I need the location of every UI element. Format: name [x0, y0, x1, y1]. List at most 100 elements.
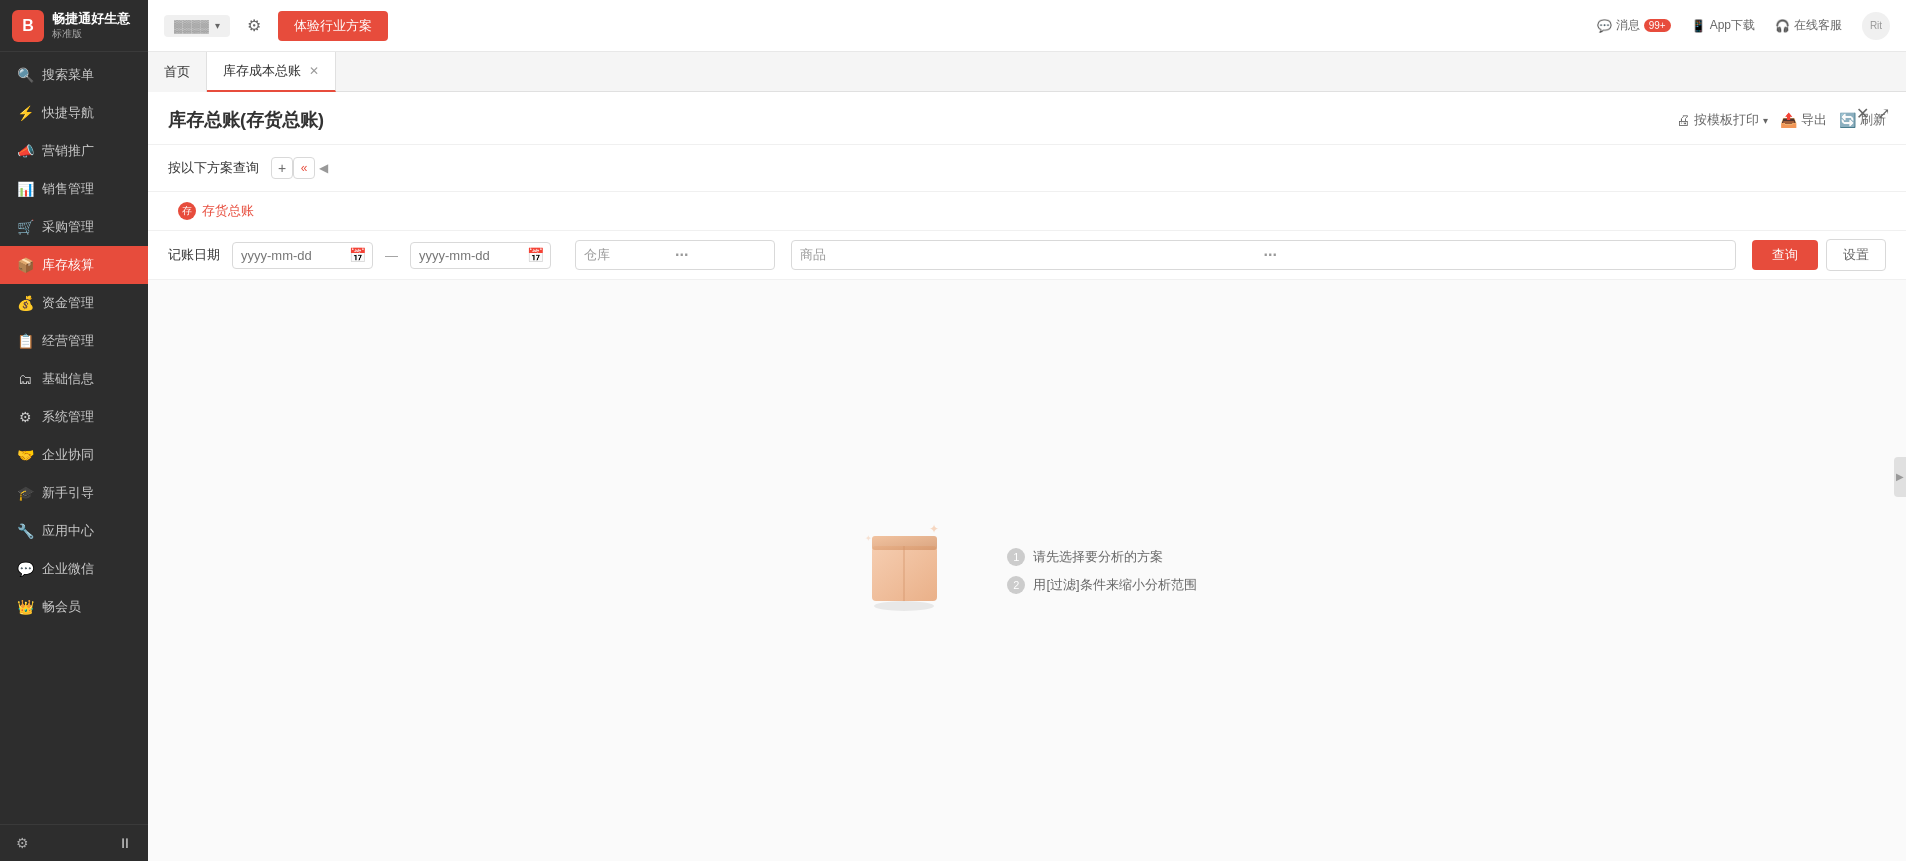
avatar-text: Rit: [1870, 20, 1882, 31]
sidebar-system-icon: ⚙: [16, 408, 34, 426]
app-download-action[interactable]: 📱 App下载: [1691, 17, 1755, 34]
date-end-input[interactable]: [411, 243, 521, 268]
empty-hint-2: 2 用[过滤]条件来缩小分析范围: [1007, 576, 1196, 594]
sidebar-marketing-label: 营销推广: [42, 142, 94, 160]
sidebar-item-purchase[interactable]: 🛒 采购管理: [0, 208, 148, 246]
panel-expand-button[interactable]: ⤢: [1877, 104, 1890, 123]
page-header: 库存总账(存货总账) 🖨 按模板打印 ▾ 📤 导出 🔄 刷新: [148, 92, 1906, 145]
warehouse-label: 仓库: [584, 246, 675, 264]
download-icon: 📱: [1691, 19, 1706, 33]
app-logo-text: 畅捷通好生意 标准版: [52, 11, 130, 41]
sidebar-item-system[interactable]: ⚙ 系统管理: [0, 398, 148, 436]
print-template-button[interactable]: 🖨 按模板打印 ▾: [1676, 111, 1768, 129]
message-badge: 99+: [1644, 19, 1671, 32]
side-handle-icon: ▶: [1896, 471, 1904, 482]
sidebar-item-shortcut[interactable]: ⚡ 快捷导航: [0, 94, 148, 132]
user-name: ▓▓▓▓: [174, 19, 209, 33]
tab-home-label: 首页: [164, 63, 190, 81]
goods-input[interactable]: 商品 ···: [791, 240, 1736, 270]
filter-collapse-button[interactable]: «: [293, 157, 315, 179]
message-icon: 💬: [1597, 19, 1612, 33]
hint-num-1: 1: [1007, 548, 1025, 566]
sidebar-sales-label: 销售管理: [42, 180, 94, 198]
sidebar-finance-icon: 💰: [16, 294, 34, 312]
sidebar-inventory-icon: 📦: [16, 256, 34, 274]
sidebar-system-label: 系统管理: [42, 408, 94, 426]
sidebar-inventory-label: 库存核算: [42, 256, 94, 274]
settings-icon[interactable]: ⚙: [16, 835, 29, 851]
topbar-settings-icon[interactable]: ⚙: [238, 10, 270, 42]
date-end-icon[interactable]: 📅: [521, 247, 550, 263]
online-service-action[interactable]: 🎧 在线客服: [1775, 17, 1842, 34]
sidebar-cooperation-icon: 🤝: [16, 446, 34, 464]
right-panel-controls: ✕ ⤢: [1840, 92, 1906, 135]
sidebar-sales-icon: 📊: [16, 180, 34, 198]
sidebar-search-icon: 🔍: [16, 66, 34, 84]
sidebar-item-appstore[interactable]: 🔧 应用中心: [0, 512, 148, 550]
scheme-icon: 存: [178, 202, 196, 220]
sidebar-item-inventory[interactable]: 📦 库存核算: [0, 246, 148, 284]
empty-state: ✦ ✦ 1 请先选择要分析的方案 2 用[过滤]条件来缩小分析范围: [148, 280, 1906, 861]
search-button[interactable]: 查询: [1752, 240, 1818, 270]
panel-close-button[interactable]: ✕: [1856, 104, 1869, 123]
sidebar-item-operation[interactable]: 📋 经营管理: [0, 322, 148, 360]
sidebar-shortcut-label: 快捷导航: [42, 104, 94, 122]
warehouse-more-icon[interactable]: ···: [675, 246, 766, 264]
hint-text-1: 请先选择要分析的方案: [1033, 548, 1163, 566]
export-icon: 📤: [1780, 112, 1797, 128]
message-label: 消息: [1616, 17, 1640, 34]
user-avatar[interactable]: Rit: [1862, 12, 1890, 40]
sidebar-item-marketing[interactable]: 📣 营销推广: [0, 132, 148, 170]
date-start-wrap: 📅: [232, 242, 373, 269]
sidebar-item-wechat[interactable]: 💬 企业微信: [0, 550, 148, 588]
scheme-label: 存货总账: [202, 202, 254, 220]
sidebar-operation-icon: 📋: [16, 332, 34, 350]
sidebar-cooperation-label: 企业协同: [42, 446, 94, 464]
sidebar-item-search[interactable]: 🔍 搜索菜单: [0, 56, 148, 94]
sidebar-marketing-icon: 📣: [16, 142, 34, 160]
filter-arrow-icon[interactable]: ◀: [319, 161, 328, 175]
scheme-tag[interactable]: 存 存货总账: [168, 198, 264, 224]
filter-add-button[interactable]: +: [271, 157, 293, 179]
sidebar-purchase-icon: 🛒: [16, 218, 34, 236]
svg-text:✦: ✦: [929, 522, 939, 536]
user-dropdown-icon[interactable]: ▾: [215, 20, 220, 31]
sidebar-item-cooperation[interactable]: 🤝 企业协同: [0, 436, 148, 474]
sidebar-bottom: ⚙ ⏸: [0, 824, 148, 861]
export-label: 导出: [1801, 111, 1827, 129]
sidebar-guide-label: 新手引导: [42, 484, 94, 502]
topbar-user[interactable]: ▓▓▓▓ ▾: [164, 15, 230, 37]
goods-more-icon[interactable]: ···: [1264, 246, 1728, 264]
online-service-label: 在线客服: [1794, 17, 1842, 34]
export-button[interactable]: 📤 导出: [1780, 111, 1827, 129]
app-name-sub: 标准版: [52, 27, 130, 40]
sidebar-item-finance[interactable]: 💰 资金管理: [0, 284, 148, 322]
sidebar-item-member[interactable]: 👑 畅会员: [0, 588, 148, 626]
page-content: 库存总账(存货总账) 🖨 按模板打印 ▾ 📤 导出 🔄 刷新 按以下方案查: [148, 92, 1906, 861]
side-handle[interactable]: ▶: [1894, 457, 1906, 497]
sidebar-item-sales[interactable]: 📊 销售管理: [0, 170, 148, 208]
tab-home[interactable]: 首页: [148, 52, 207, 92]
print-dropdown-icon[interactable]: ▾: [1763, 115, 1768, 126]
tab-inventory-cost-close[interactable]: ✕: [309, 64, 319, 78]
trial-button[interactable]: 体验行业方案: [278, 11, 388, 41]
svg-text:✦: ✦: [865, 534, 872, 543]
print-icon: 🖨: [1676, 112, 1690, 128]
warehouse-input[interactable]: 仓库 ···: [575, 240, 775, 270]
date-start-input[interactable]: [233, 243, 343, 268]
date-start-icon[interactable]: 📅: [343, 247, 372, 263]
sidebar-appstore-icon: 🔧: [16, 522, 34, 540]
sidebar-member-icon: 👑: [16, 598, 34, 616]
date-separator: —: [381, 248, 402, 263]
tab-inventory-cost[interactable]: 库存成本总账 ✕: [207, 52, 336, 92]
sidebar-item-basic[interactable]: 🗂 基础信息: [0, 360, 148, 398]
message-action[interactable]: 💬 消息 99+: [1597, 17, 1671, 34]
hint-text-2: 用[过滤]条件来缩小分析范围: [1033, 576, 1196, 594]
filter-label: 按以下方案查询: [168, 159, 259, 177]
goods-label: 商品: [800, 246, 1264, 264]
collapse-icon[interactable]: ⏸: [118, 835, 132, 851]
sidebar-item-guide[interactable]: 🎓 新手引导: [0, 474, 148, 512]
tab-inventory-cost-label: 库存成本总账: [223, 62, 301, 80]
settings-button[interactable]: 设置: [1826, 239, 1886, 271]
sidebar-nav: 🔍 搜索菜单 ⚡ 快捷导航 📣 营销推广 📊 销售管理 🛒 采购管理 📦 库存核…: [0, 52, 148, 824]
